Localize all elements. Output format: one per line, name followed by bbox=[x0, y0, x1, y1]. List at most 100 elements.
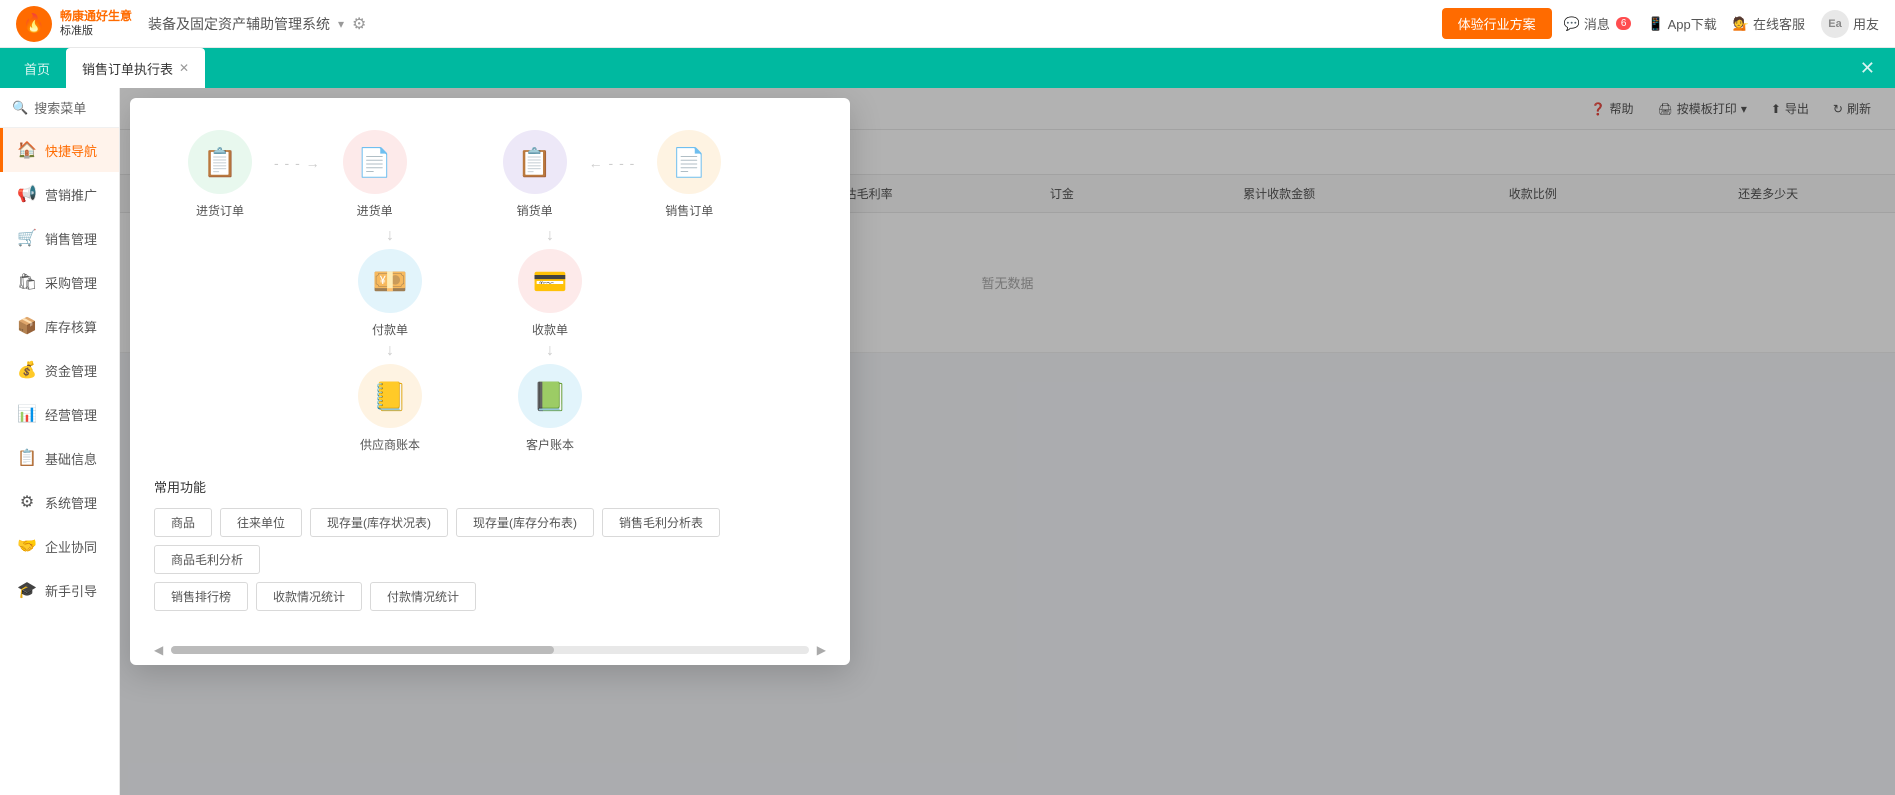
message-badge: 6 bbox=[1616, 17, 1632, 30]
basic-icon: 📋 bbox=[17, 448, 37, 468]
sidebar-item-label-newbie: 新手引导 bbox=[45, 581, 97, 600]
sidebar: 🔍 搜索菜单 🏠 快捷导航 📢 营销推广 🛒 销售管理 🛍 采购管理 📦 库存核… bbox=[0, 88, 120, 795]
enterprise-icon: 🤝 bbox=[17, 536, 37, 556]
sidebar-search[interactable]: 🔍 搜索菜单 bbox=[0, 88, 119, 128]
sidebar-item-quick-nav[interactable]: 🏠 快捷导航 bbox=[0, 128, 119, 172]
system-title-text: 装备及固定资产辅助管理系统 bbox=[148, 14, 330, 34]
flow-customer-account[interactable]: 📗 客户账本 bbox=[500, 364, 600, 453]
sidebar-item-label-basic: 基础信息 bbox=[45, 449, 97, 468]
arrow-down-customer: ↓ bbox=[546, 342, 554, 360]
message-action[interactable]: 💬 消息 6 bbox=[1564, 14, 1632, 33]
newbie-icon: 🎓 bbox=[17, 580, 37, 600]
purchase-slip-icon: 📄 bbox=[343, 130, 407, 194]
logo-line1: 畅康通好生意 bbox=[60, 9, 132, 25]
online-service-action[interactable]: 💁 在线客服 bbox=[1733, 14, 1805, 33]
message-icon: 💬 bbox=[1564, 16, 1580, 32]
sidebar-item-sales[interactable]: 🛒 销售管理 bbox=[0, 216, 119, 260]
common-btn-partner[interactable]: 往来单位 bbox=[220, 508, 302, 537]
flow-purchase-slip[interactable]: 📄 进货单 bbox=[325, 130, 425, 219]
arrow-down-payment: ↓ bbox=[386, 227, 394, 245]
scroll-right-icon[interactable]: ▶ bbox=[817, 643, 826, 657]
sidebar-item-system[interactable]: ⚙ 系统管理 bbox=[0, 480, 119, 524]
sidebar-item-label-enterprise: 企业协同 bbox=[45, 537, 97, 556]
sidebar-item-finance[interactable]: 💰 资金管理 bbox=[0, 348, 119, 392]
finance-icon: 💰 bbox=[17, 360, 37, 380]
logo-line2: 标准版 bbox=[60, 24, 132, 38]
common-btn-receipt-stat[interactable]: 收款情况统计 bbox=[256, 582, 362, 611]
flow-section: 📋 进货订单 - - - → 📄 进货单 bbox=[130, 98, 850, 473]
common-section: 常用功能 商品 往来单位 现存量(库存状况表) 现存量(库存分布表) 销售毛利分… bbox=[130, 473, 850, 639]
try-plan-button[interactable]: 体验行业方案 bbox=[1442, 8, 1552, 39]
sales-slip-label: 销货单 bbox=[517, 202, 553, 219]
settings-icon[interactable]: ⚙ bbox=[352, 14, 366, 34]
customer-account-label: 客户账本 bbox=[526, 436, 574, 453]
arrow-sales-order-to-slip: ← - - - bbox=[585, 155, 640, 171]
arrow-down-receipt: ↓ bbox=[546, 227, 554, 245]
sidebar-item-label-purchase: 采购管理 bbox=[45, 273, 97, 292]
modal: 📋 进货订单 - - - → 📄 进货单 bbox=[130, 98, 850, 665]
flow-supplier-account[interactable]: 📒 供应商账本 bbox=[340, 364, 440, 453]
common-btn-product[interactable]: 商品 bbox=[154, 508, 212, 537]
purchase-icon: 🛍 bbox=[17, 272, 37, 292]
flow-sales-order[interactable]: 📄 销售订单 bbox=[639, 130, 739, 219]
payment-slip-icon: 💴 bbox=[358, 249, 422, 313]
user-action[interactable]: Ea 用友 bbox=[1821, 10, 1879, 38]
common-btns-row2: 销售排行榜 收款情况统计 付款情况统计 bbox=[154, 582, 826, 611]
tab-bar: 首页 销售订单执行表 ✕ ✕ bbox=[0, 48, 1895, 88]
tab-bar-close-icon[interactable]: ✕ bbox=[1848, 58, 1887, 79]
sidebar-item-label-quick-nav: 快捷导航 bbox=[45, 141, 97, 160]
common-btn-product-profit[interactable]: 商品毛利分析 bbox=[154, 545, 260, 574]
purchase-order-icon: 📋 bbox=[188, 130, 252, 194]
sales-order-icon: 📄 bbox=[657, 130, 721, 194]
modal-overlay[interactable]: 📋 进货订单 - - - → 📄 进货单 bbox=[120, 88, 1895, 795]
sidebar-item-marketing[interactable]: 📢 营销推广 bbox=[0, 172, 119, 216]
logo-area: 🔥 畅康通好生意 标准版 bbox=[16, 6, 136, 42]
avatar: Ea bbox=[1821, 10, 1849, 38]
app-download-action[interactable]: 📱 App下载 bbox=[1647, 14, 1716, 33]
flow-receipt-col: ↓ 💳 收款单 ↓ 📗 bbox=[500, 223, 600, 453]
scroll-track[interactable] bbox=[171, 646, 809, 654]
tab-home[interactable]: 首页 bbox=[8, 48, 66, 88]
header-right: 💬 消息 6 📱 App下载 💁 在线客服 Ea 用友 bbox=[1564, 10, 1879, 38]
arrow-down-supplier: ↓ bbox=[386, 342, 394, 360]
marketing-icon: 📢 bbox=[17, 184, 37, 204]
tab-close-icon[interactable]: ✕ bbox=[179, 61, 189, 75]
top-header: 🔥 畅康通好生意 标准版 装备及固定资产辅助管理系统 ▾ ⚙ 体验行业方案 💬 … bbox=[0, 0, 1895, 48]
common-btn-sales-profit[interactable]: 销售毛利分析表 bbox=[602, 508, 720, 537]
supplier-account-label: 供应商账本 bbox=[360, 436, 420, 453]
sidebar-item-enterprise[interactable]: 🤝 企业协同 bbox=[0, 524, 119, 568]
sidebar-search-label: 搜索菜单 bbox=[34, 98, 86, 117]
system-title-dropdown-icon[interactable]: ▾ bbox=[338, 17, 344, 31]
sidebar-item-label-system: 系统管理 bbox=[45, 493, 97, 512]
system-title-area: 装备及固定资产辅助管理系统 ▾ ⚙ bbox=[148, 14, 1430, 34]
app-download-icon: 📱 bbox=[1647, 16, 1663, 32]
sidebar-item-label-marketing: 营销推广 bbox=[45, 185, 97, 204]
system-icon: ⚙ bbox=[17, 492, 37, 512]
sidebar-item-newbie[interactable]: 🎓 新手引导 bbox=[0, 568, 119, 612]
tab-sales-order-exec[interactable]: 销售订单执行表 ✕ bbox=[66, 48, 205, 88]
flow-payment-slip[interactable]: 💴 付款单 bbox=[340, 249, 440, 338]
payment-slip-label: 付款单 bbox=[372, 321, 408, 338]
common-btn-sales-rank[interactable]: 销售排行榜 bbox=[154, 582, 248, 611]
search-icon: 🔍 bbox=[12, 100, 28, 116]
flow-payment-col: ↓ 💴 付款单 ↓ 📒 bbox=[340, 223, 440, 453]
sidebar-item-inventory[interactable]: 📦 库存核算 bbox=[0, 304, 119, 348]
common-btns-row1: 商品 往来单位 现存量(库存状况表) 现存量(库存分布表) 销售毛利分析表 商品… bbox=[154, 508, 826, 574]
receipt-slip-label: 收款单 bbox=[532, 321, 568, 338]
app-download-label: App下载 bbox=[1668, 14, 1717, 33]
flow-sales-slip[interactable]: 📋 销货单 bbox=[485, 130, 585, 219]
quick-nav-icon: 🏠 bbox=[17, 140, 37, 160]
sidebar-item-operation[interactable]: 📊 经营管理 bbox=[0, 392, 119, 436]
flow-receipt-slip[interactable]: 💳 收款单 bbox=[500, 249, 600, 338]
sales-order-label: 销售订单 bbox=[665, 202, 713, 219]
scroll-left-icon[interactable]: ◀ bbox=[154, 643, 163, 657]
common-btn-payment-stat[interactable]: 付款情况统计 bbox=[370, 582, 476, 611]
sidebar-item-basic[interactable]: 📋 基础信息 bbox=[0, 436, 119, 480]
flow-purchase-order[interactable]: 📋 进货订单 bbox=[170, 130, 270, 219]
sidebar-item-label-operation: 经营管理 bbox=[45, 405, 97, 424]
sidebar-item-label-inventory: 库存核算 bbox=[45, 317, 97, 336]
common-btn-stock-dist[interactable]: 现存量(库存分布表) bbox=[456, 508, 594, 537]
common-btn-stock-status[interactable]: 现存量(库存状况表) bbox=[310, 508, 448, 537]
arrow-purchase-order-to-slip: - - - → bbox=[270, 155, 325, 171]
sidebar-item-purchase[interactable]: 🛍 采购管理 bbox=[0, 260, 119, 304]
